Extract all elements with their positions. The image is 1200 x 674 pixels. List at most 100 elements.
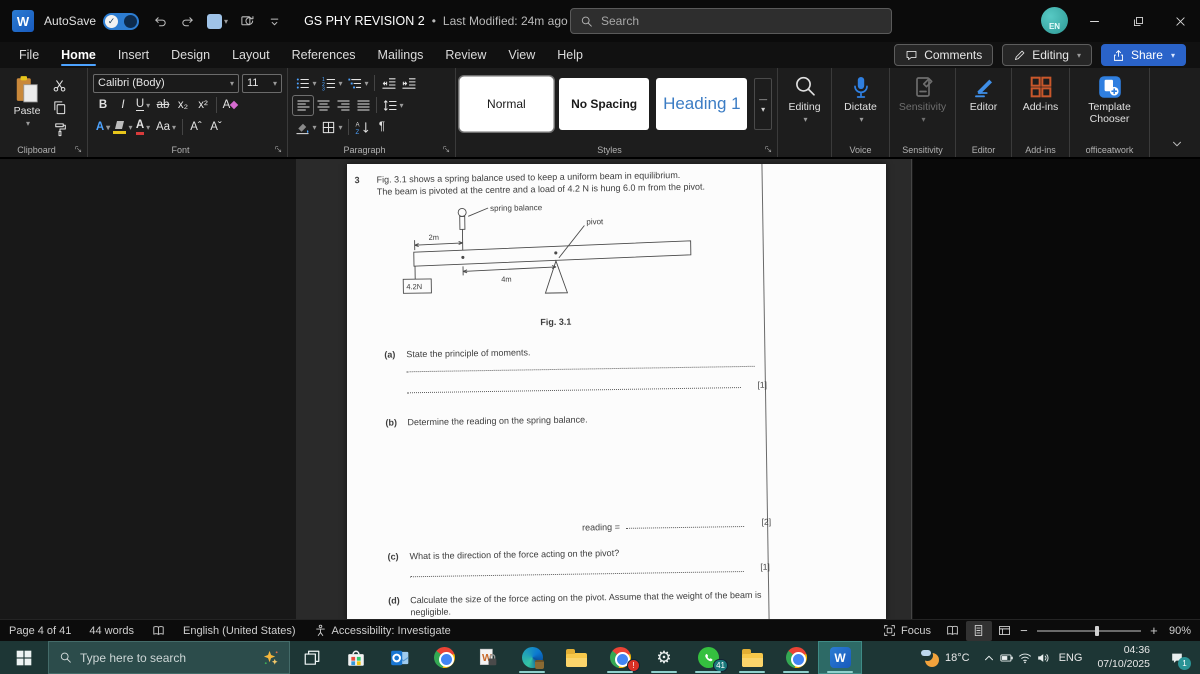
show-formatting-button[interactable]: ¶ [372, 118, 392, 137]
addins-button[interactable]: Add-ins [1017, 72, 1064, 113]
save-icon[interactable] [240, 14, 255, 29]
taskbar-item-chrome[interactable] [422, 641, 466, 674]
tab-insert[interactable]: Insert [107, 44, 160, 66]
taskbar-search[interactable] [48, 641, 290, 674]
paragraph-dialog-launcher-icon[interactable] [442, 145, 451, 154]
taskbar-item-whatsapp[interactable]: 41 [686, 641, 730, 674]
taskbar-item-edge[interactable] [510, 641, 554, 674]
accessibility-status[interactable]: Accessibility: Investigate [305, 620, 460, 641]
font-name-select[interactable]: Calibri (Body) ▾ [93, 73, 239, 93]
zoom-level[interactable]: 90% [1160, 625, 1200, 637]
italic-button[interactable]: I [113, 96, 133, 115]
editing-button[interactable]: Editing ▾ [783, 72, 826, 124]
font-size-select[interactable]: 11 ▾ [242, 73, 282, 93]
collapse-ribbon-icon[interactable] [1170, 137, 1184, 151]
editor-button[interactable]: Editor [961, 72, 1006, 113]
taskbar-item-store[interactable] [334, 641, 378, 674]
quick-access-options-icon[interactable] [267, 14, 282, 29]
subscript-button[interactable]: x₂ [173, 96, 193, 115]
decrease-indent-button[interactable] [378, 74, 398, 93]
taskbar-item-word-locked[interactable]: W [466, 641, 510, 674]
zoom-out-button[interactable]: − [1018, 623, 1030, 638]
search-input[interactable] [601, 14, 882, 28]
input-language[interactable]: ENG [1054, 652, 1088, 664]
highlight-button[interactable]: ▾ [113, 118, 133, 137]
grow-font-button[interactable]: Aˆ [186, 118, 206, 137]
autosave-control[interactable]: AutoSave ✓ [44, 12, 140, 30]
tab-layout[interactable]: Layout [221, 44, 281, 66]
language-status[interactable]: English (United States) [174, 620, 305, 641]
strikethrough-button[interactable]: ab [153, 96, 173, 115]
justify-button[interactable] [353, 96, 373, 115]
zoom-slider-thumb[interactable] [1095, 625, 1100, 636]
taskbar-item-file-explorer[interactable] [554, 641, 598, 674]
pen-tool-button[interactable]: ▾ [207, 13, 228, 29]
taskbar-item-outlook[interactable] [378, 641, 422, 674]
autosave-toggle[interactable]: ✓ [103, 12, 140, 30]
template-chooser-button[interactable]: Template Chooser [1075, 72, 1144, 125]
increase-indent-button[interactable] [398, 74, 418, 93]
read-mode-button[interactable] [940, 621, 966, 641]
paste-button[interactable]: Paste ▾ [5, 72, 49, 139]
style-no-spacing[interactable]: No Spacing [558, 78, 650, 130]
battery-icon[interactable] [999, 651, 1014, 665]
tab-references[interactable]: References [281, 44, 367, 66]
align-center-button[interactable] [313, 96, 333, 115]
shrink-font-button[interactable]: Aˇ [206, 118, 226, 137]
align-right-button[interactable] [333, 96, 353, 115]
taskbar-search-input[interactable] [80, 650, 254, 665]
text-effects-button[interactable]: A ▾ [93, 118, 113, 137]
zoom-in-button[interactable]: + [1148, 623, 1160, 638]
editing-mode-button[interactable]: Editing ▾ [1002, 44, 1092, 66]
numbering-button[interactable]: 1 2 3 ▾ [319, 74, 345, 93]
tab-help[interactable]: Help [546, 44, 594, 66]
tab-design[interactable]: Design [160, 44, 221, 66]
taskbar-item-settings[interactable]: ⚙ [642, 641, 686, 674]
start-button[interactable] [0, 641, 48, 674]
tab-home[interactable]: Home [50, 44, 107, 66]
clipboard-dialog-launcher-icon[interactable] [74, 145, 83, 154]
cut-button[interactable] [49, 76, 69, 95]
weather-widget[interactable]: 18°C [913, 649, 978, 667]
tab-mailings[interactable]: Mailings [367, 44, 435, 66]
volume-icon[interactable] [1036, 651, 1050, 665]
page-indicator[interactable]: Page 4 of 41 [0, 620, 80, 641]
minimize-button[interactable] [1072, 0, 1116, 42]
taskbar-item-chrome-notification[interactable]: ! [598, 641, 642, 674]
word-count[interactable]: 44 words [80, 620, 143, 641]
task-view-button[interactable] [290, 641, 334, 674]
avatar[interactable]: EN [1041, 7, 1068, 34]
copy-button[interactable] [49, 98, 69, 117]
taskbar-item-chrome-profile[interactable] [774, 641, 818, 674]
share-button[interactable]: Share ▾ [1100, 44, 1186, 66]
close-button[interactable] [1158, 0, 1200, 42]
app-search-box[interactable] [570, 8, 892, 34]
tab-review[interactable]: Review [434, 44, 497, 66]
change-case-button[interactable]: Aa ▾ [153, 118, 179, 137]
align-left-button[interactable] [293, 96, 313, 115]
style-heading1[interactable]: Heading 1 [656, 78, 748, 130]
sensitivity-button[interactable]: Sensitivity ▾ [895, 72, 950, 124]
redo-icon[interactable] [180, 14, 195, 29]
sort-button[interactable]: AZ [352, 118, 372, 137]
style-normal[interactable]: Normal [461, 78, 552, 130]
comments-button[interactable]: Comments [894, 44, 994, 66]
clear-formatting-button[interactable]: A [220, 96, 240, 115]
styles-gallery-more-button[interactable]: — ▾ [754, 78, 772, 130]
bullets-button[interactable]: ▾ [293, 74, 319, 93]
shading-button[interactable]: ▾ [293, 118, 319, 137]
bold-button[interactable]: B [93, 96, 113, 115]
focus-button[interactable]: Focus [874, 624, 940, 637]
notification-center-button[interactable]: 1 [1160, 641, 1194, 674]
document-page[interactable]: 3 Fig. 3.1 shows a spring balance used t… [347, 164, 886, 620]
print-layout-button[interactable] [965, 620, 992, 641]
line-spacing-button[interactable]: ▾ [380, 96, 406, 115]
taskbar-item-word-active[interactable]: W [818, 641, 862, 674]
underline-button[interactable]: U ▾ [133, 96, 153, 115]
borders-button[interactable]: ▾ [319, 118, 345, 137]
format-painter-button[interactable] [49, 120, 69, 139]
font-dialog-launcher-icon[interactable] [274, 145, 283, 154]
undo-icon[interactable] [153, 14, 168, 29]
styles-dialog-launcher-icon[interactable] [764, 145, 773, 154]
dictate-button[interactable]: Dictate ▾ [837, 72, 884, 124]
